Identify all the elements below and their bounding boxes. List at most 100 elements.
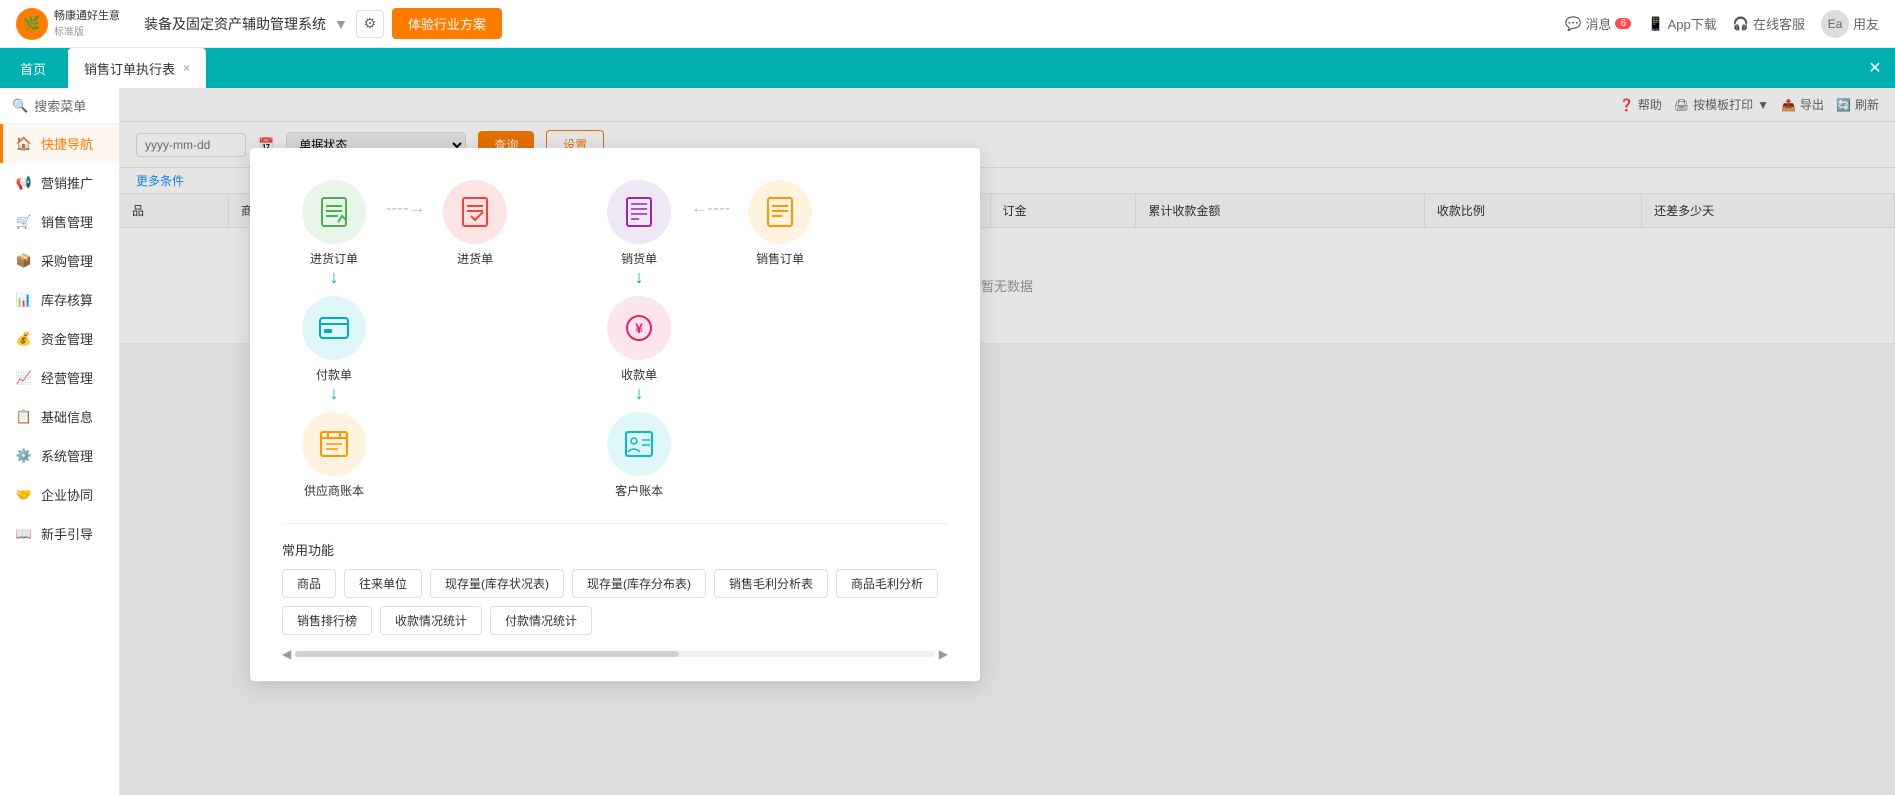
scrollbar-track[interactable]: [295, 651, 935, 657]
message-label: 消息: [1585, 14, 1611, 33]
func-btn-product[interactable]: 商品: [282, 569, 336, 598]
header-right: 💬 消息 6 📱 App下载 🎧 在线客服 Ea 用友: [1565, 10, 1879, 38]
flow-node-receipt[interactable]: ¥ 收款单: [607, 296, 671, 383]
app-download-label: App下载: [1668, 14, 1717, 33]
tab-home[interactable]: 首页: [0, 48, 66, 88]
marketing-icon: 📢: [15, 174, 33, 192]
inventory-icon: 📊: [15, 291, 33, 309]
online-service-label: 在线客服: [1753, 14, 1805, 33]
sidebar-label-enterprise: 企业协同: [41, 485, 93, 504]
scrollbar-thumb: [295, 651, 679, 657]
flow-node-payment[interactable]: 付款单: [302, 296, 366, 383]
sales-bill-icon: [607, 180, 671, 244]
online-service-btn[interactable]: 🎧 在线客服: [1733, 14, 1805, 33]
sidebar-label-operations: 经营管理: [41, 368, 93, 387]
sidebar-label-basics: 基础信息: [41, 407, 93, 426]
content-area: ❓ 帮助 🖨 按模板打印 ▼ 📤 导出 🔄 刷新 📅 单据状态: [120, 88, 1895, 795]
modal-overlay[interactable]: 进货订单 ↓ 付款单 ↓: [120, 88, 1895, 795]
func-btn-receipt-stat[interactable]: 收款情况统计: [380, 606, 482, 635]
logo-area: 🌿 畅康通好生意 标准版: [16, 8, 136, 40]
func-btn-product-margin[interactable]: 商品毛利分析: [836, 569, 938, 598]
tab-sales-order[interactable]: 销售订单执行表 ×: [68, 48, 206, 88]
chevron-down-icon[interactable]: ▼: [334, 16, 348, 32]
flow-node-customer[interactable]: 客户账本: [607, 412, 671, 499]
flow-node-sales-bill[interactable]: 销货单: [607, 180, 671, 267]
flow-col-left: 进货订单 ↓ 付款单 ↓: [282, 172, 386, 507]
arrow-right-1: - - - - →: [386, 200, 423, 218]
flow-node-supplier[interactable]: 供应商账本: [302, 412, 366, 499]
logo-icon: 🌿: [16, 8, 48, 40]
tab-close-btn[interactable]: ×: [183, 61, 190, 75]
sidebar-item-purchase[interactable]: 📦 采购管理: [0, 241, 119, 280]
sidebar-item-operations[interactable]: 📈 经营管理: [0, 358, 119, 397]
common-functions: 常用功能 商品 往来单位 现存量(库存状况表) 现存量(库存分布表) 销售毛利分…: [282, 523, 948, 635]
sales-icon: 🛒: [15, 213, 33, 231]
logo-sub: 标准版: [54, 23, 120, 38]
supplier-label: 供应商账本: [304, 482, 364, 499]
func-btn-sales-margin[interactable]: 销售毛利分析表: [714, 569, 828, 598]
flow-modal: 进货订单 ↓ 付款单 ↓: [250, 148, 980, 681]
sidebar-item-finance[interactable]: 💰 资金管理: [0, 319, 119, 358]
flow-node-sales-order[interactable]: 销售订单: [748, 180, 812, 267]
sidebar-item-system[interactable]: ⚙️ 系统管理: [0, 436, 119, 475]
sidebar-label-marketing: 营销推广: [41, 173, 93, 192]
func-btn-partner[interactable]: 往来单位: [344, 569, 422, 598]
arrow-down-4: ↓: [635, 383, 644, 404]
search-menu-btn[interactable]: 🔍 搜索菜单: [0, 88, 119, 124]
basics-icon: 📋: [15, 408, 33, 426]
headset-icon: 🎧: [1733, 16, 1749, 32]
flow-diagram: 进货订单 ↓ 付款单 ↓: [282, 172, 948, 507]
func-btn-stock-dist[interactable]: 现存量(库存分布表): [572, 569, 706, 598]
purchase-order-label: 进货订单: [310, 250, 358, 267]
sidebar-item-quick-nav[interactable]: 🏠 快捷导航: [0, 124, 119, 163]
sidebar-item-sales[interactable]: 🛒 销售管理: [0, 202, 119, 241]
sidebar-item-guide[interactable]: 📖 新手引导: [0, 514, 119, 553]
func-btn-payment-stat[interactable]: 付款情况统计: [490, 606, 592, 635]
func-btn-stock-status[interactable]: 现存量(库存状况表): [430, 569, 564, 598]
purchase-bill-icon: [443, 180, 507, 244]
app-download-btn[interactable]: 📱 App下载: [1647, 14, 1716, 33]
sidebar-label-inventory: 库存核算: [41, 290, 93, 309]
receipt-icon: ¥: [607, 296, 671, 360]
logo-text: 畅康通好生意: [54, 9, 120, 23]
sales-order-label: 销售订单: [756, 250, 804, 267]
arrow-down-2: ↓: [330, 383, 339, 404]
message-btn[interactable]: 💬 消息 6: [1565, 14, 1631, 33]
sidebar-item-enterprise[interactable]: 🤝 企业协同: [0, 475, 119, 514]
experience-btn[interactable]: 体验行业方案: [392, 8, 502, 39]
user-area[interactable]: Ea 用友: [1821, 10, 1879, 38]
flow-node-purchase-bill[interactable]: 进货单: [443, 180, 507, 267]
finance-icon: 💰: [15, 330, 33, 348]
system-title-area: 装备及固定资产辅助管理系统 ▼ ⚙ 体验行业方案: [136, 8, 1565, 39]
sidebar-label-quick-nav: 快捷导航: [41, 134, 93, 153]
scroll-left-btn[interactable]: ◀: [282, 647, 291, 661]
sidebar-item-inventory[interactable]: 📊 库存核算: [0, 280, 119, 319]
receipt-label: 收款单: [621, 366, 657, 383]
arrow-down-3: ↓: [635, 267, 644, 288]
phone-icon: 📱: [1647, 16, 1663, 32]
search-icon: 🔍: [12, 98, 28, 114]
flow-col-right: 销售订单: [728, 172, 832, 275]
operations-icon: 📈: [15, 369, 33, 387]
sidebar-item-basics[interactable]: 📋 基础信息: [0, 397, 119, 436]
home-icon: 🏠: [15, 135, 33, 153]
tab-bar: 首页 销售订单执行表 × ✕: [0, 48, 1895, 88]
message-badge: 6: [1615, 18, 1631, 29]
gear-button[interactable]: ⚙: [356, 10, 384, 38]
sidebar-item-marketing[interactable]: 📢 营销推广: [0, 163, 119, 202]
sidebar: 🔍 搜索菜单 🏠 快捷导航 📢 营销推广 🛒 销售管理 📦 采购管理 📊 库存核…: [0, 88, 120, 795]
customer-icon: [607, 412, 671, 476]
flow-col-mid-left: 进货单: [423, 172, 527, 275]
svg-text:¥: ¥: [635, 320, 643, 336]
payment-icon: [302, 296, 366, 360]
flow-node-purchase-order[interactable]: 进货订单: [302, 180, 366, 267]
search-menu-label: 搜索菜单: [34, 96, 86, 115]
scroll-right-btn[interactable]: ▶: [939, 647, 948, 661]
purchase-bill-label: 进货单: [457, 250, 493, 267]
system-title-text: 装备及固定资产辅助管理系统: [144, 14, 326, 34]
func-btn-sales-rank[interactable]: 销售排行榜: [282, 606, 372, 635]
window-close-btn[interactable]: ✕: [1863, 56, 1887, 80]
user-name: 用友: [1853, 14, 1879, 33]
sidebar-label-system: 系统管理: [41, 446, 93, 465]
function-btns-row2: 销售排行榜 收款情况统计 付款情况统计: [282, 606, 948, 635]
